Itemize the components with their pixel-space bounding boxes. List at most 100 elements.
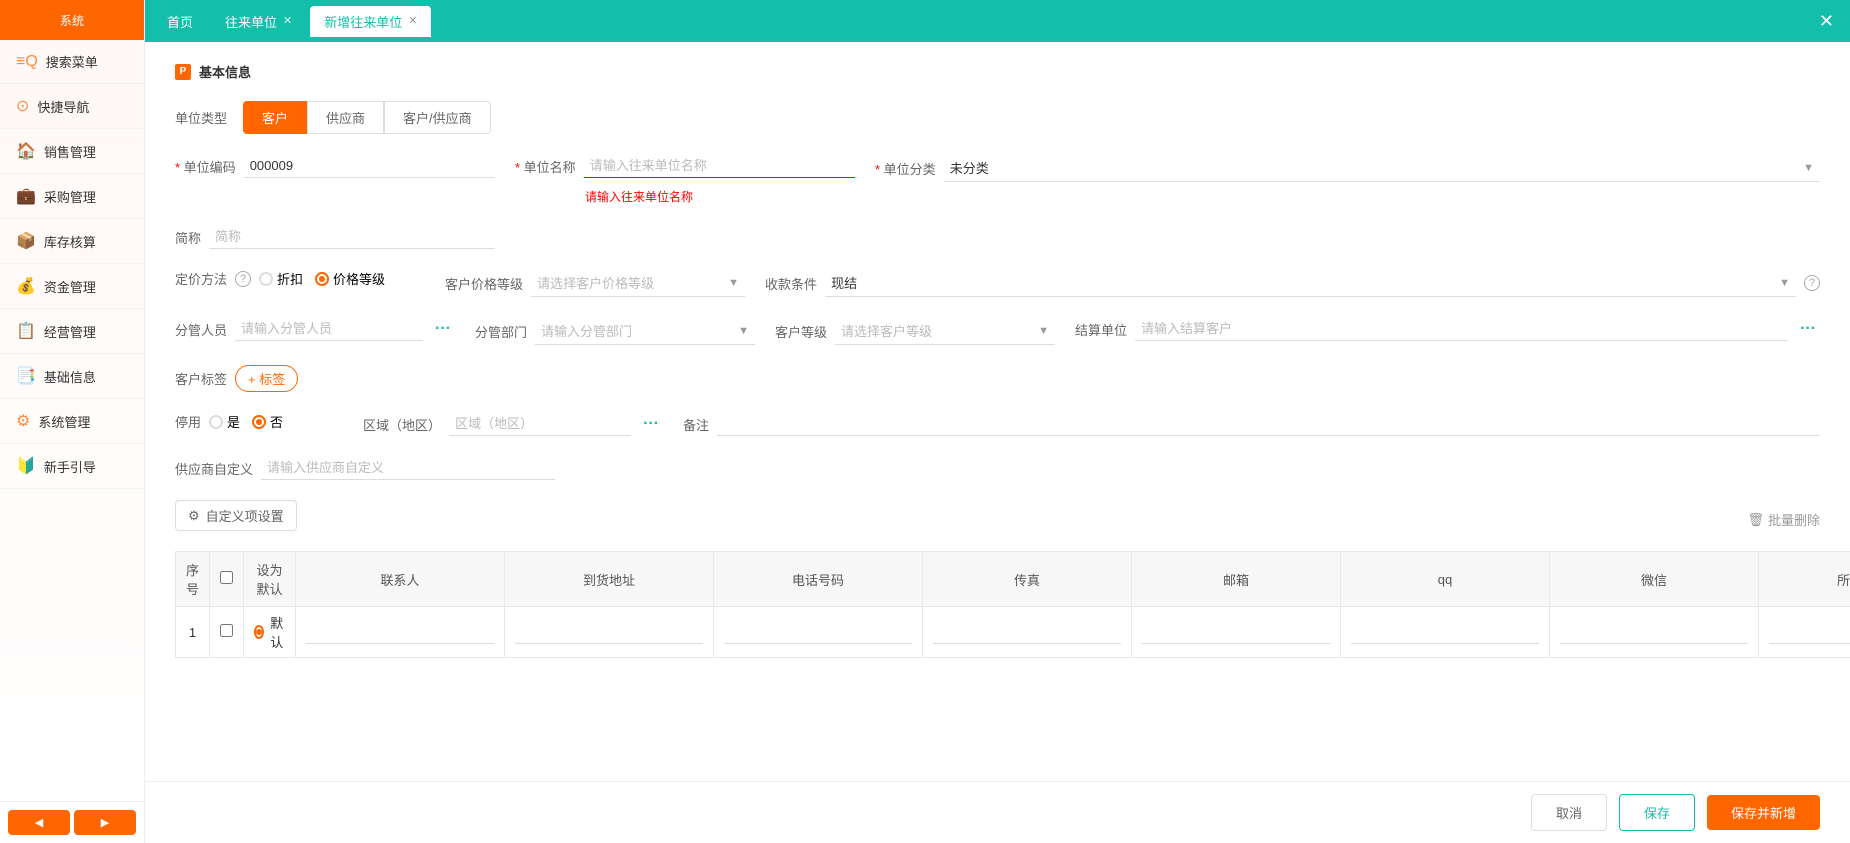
- customer-level-select[interactable]: 请选择客户等级 ▼: [835, 317, 1055, 345]
- qq-input[interactable]: [1351, 620, 1539, 644]
- disabled-radios: 是 否: [209, 412, 283, 431]
- form-row-disabled: 停用 是 否 区域（地区） ··· 备注: [175, 412, 1820, 436]
- payment-terms-label: 收款条件: [765, 274, 817, 293]
- address-input[interactable]: [515, 620, 703, 644]
- row-region-input[interactable]: [1769, 620, 1850, 644]
- save-button[interactable]: 保存: [1619, 794, 1695, 831]
- content-area: P 基本信息 单位类型 客户 供应商 客户/供应商 单位编码 单位名称: [145, 42, 1850, 781]
- sidebar-item-operation[interactable]: 📋 经营管理: [0, 309, 144, 354]
- unit-category-select[interactable]: 未分类 ▼: [944, 154, 1820, 182]
- form-row-abbr: 简称: [175, 225, 1820, 249]
- remarks-group: 备注: [683, 412, 1820, 436]
- disabled-radio-yes[interactable]: 是: [209, 412, 240, 431]
- cell-fax: [923, 607, 1132, 658]
- default-radio[interactable]: [254, 625, 264, 639]
- sidebar-item-label: 库存核算: [44, 232, 96, 251]
- sidebar-item-finance[interactable]: 💰 资金管理: [0, 264, 144, 309]
- type-btn-supplier[interactable]: 供应商: [307, 101, 384, 134]
- department-placeholder: 请输入分管部门: [541, 321, 734, 340]
- sidebar-item-label: 搜索菜单: [46, 52, 98, 71]
- payment-terms-value: 现结: [831, 273, 1775, 292]
- gear-icon: ⚙: [188, 508, 200, 524]
- settlement-input[interactable]: [1135, 317, 1788, 341]
- pricing-radio-level[interactable]: 价格等级: [315, 269, 385, 288]
- form-row-supplier-custom: 供应商自定义: [175, 456, 1820, 480]
- sidebar-item-shortcut[interactable]: ⊙ 快捷导航: [0, 84, 144, 129]
- remarks-input[interactable]: [717, 412, 1820, 436]
- settlement-group: 结算单位 ···: [1075, 317, 1820, 341]
- wechat-input[interactable]: [1560, 620, 1748, 644]
- unit-code-label: 单位编码: [175, 157, 236, 176]
- phone-input[interactable]: [724, 620, 912, 644]
- tab-new-unit[interactable]: 新增往来单位 ✕: [310, 6, 431, 37]
- add-tag-label: + 标签: [248, 369, 285, 388]
- sidebar-item-inventory[interactable]: 📦 库存核算: [0, 219, 144, 264]
- customer-price-select[interactable]: 请选择客户价格等级 ▼: [531, 269, 745, 297]
- add-tag-button[interactable]: + 标签: [235, 365, 298, 392]
- email-input[interactable]: [1142, 620, 1330, 644]
- cell-no: 1: [176, 607, 210, 658]
- unit-name-input[interactable]: [584, 154, 855, 178]
- cell-address: [505, 607, 714, 658]
- sidebar-item-system[interactable]: ⚙ 系统管理: [0, 399, 144, 444]
- sidebar-item-sales[interactable]: 🏠 销售管理: [0, 129, 144, 174]
- section-basic-info: P 基本信息: [175, 62, 1820, 81]
- sidebar-item-purchase[interactable]: 💼 采购管理: [0, 174, 144, 219]
- department-chevron: ▼: [738, 325, 749, 337]
- batch-delete-button[interactable]: 🗑 批量删除: [1747, 510, 1820, 529]
- th-fax: 传真: [923, 552, 1132, 607]
- pricing-radio-discount[interactable]: 折扣: [259, 269, 303, 288]
- sidebar-item-basic[interactable]: 📑 基础信息: [0, 354, 144, 399]
- tab-bar-close-all[interactable]: ✕: [1811, 7, 1842, 36]
- form-row-unit-type: 单位类型 客户 供应商 客户/供应商: [175, 101, 1820, 134]
- guide-icon: 🔰: [16, 456, 36, 476]
- type-btn-both[interactable]: 客户/供应商: [384, 101, 491, 134]
- tab-new-unit-close[interactable]: ✕: [408, 16, 417, 27]
- row-checkbox[interactable]: [220, 624, 233, 637]
- department-select[interactable]: 请输入分管部门 ▼: [535, 317, 755, 345]
- type-btn-customer[interactable]: 客户: [243, 101, 307, 134]
- sidebar-bottom-btn1[interactable]: ◀: [8, 810, 70, 835]
- customer-level-chevron: ▼: [1038, 325, 1049, 337]
- contact-input[interactable]: [306, 620, 494, 644]
- payment-help-icon[interactable]: ?: [1804, 275, 1820, 291]
- disabled-group: 停用 是 否: [175, 412, 283, 431]
- settlement-more-btn[interactable]: ···: [1796, 320, 1820, 338]
- tab-units[interactable]: 往来单位 ✕: [211, 6, 306, 37]
- sidebar-item-guide[interactable]: 🔰 新手引导: [0, 444, 144, 489]
- cell-check: [210, 607, 244, 658]
- tab-units-label: 往来单位: [225, 12, 277, 31]
- finance-icon: 💰: [16, 276, 36, 296]
- sidebar-bottom-btn2[interactable]: ▶: [74, 810, 136, 835]
- tab-home[interactable]: 首页: [153, 6, 207, 37]
- manager-label: 分管人员: [175, 320, 227, 339]
- manager-input[interactable]: [235, 317, 423, 341]
- sidebar-item-search[interactable]: ≡Q 搜索菜单: [0, 40, 144, 84]
- unit-name-group: 单位名称 请输入往来单位名称: [515, 154, 855, 205]
- unit-type-buttons: 客户 供应商 客户/供应商: [243, 101, 491, 134]
- tab-units-close[interactable]: ✕: [283, 16, 292, 27]
- custom-settings-button[interactable]: ⚙ 自定义项设置: [175, 500, 297, 531]
- cancel-button[interactable]: 取消: [1531, 794, 1607, 831]
- fax-input[interactable]: [933, 620, 1121, 644]
- region-input[interactable]: [449, 412, 631, 436]
- save-and-new-button[interactable]: 保存并新增: [1707, 795, 1820, 830]
- supplier-custom-input[interactable]: [261, 456, 555, 480]
- select-all-checkbox[interactable]: [220, 571, 233, 584]
- disabled-label: 停用: [175, 412, 201, 431]
- unit-code-input[interactable]: [244, 154, 495, 178]
- customer-price-group: 客户价格等级 请选择客户价格等级 ▼: [445, 269, 745, 297]
- manager-more-btn[interactable]: ···: [431, 320, 455, 338]
- unit-name-label: 单位名称: [515, 157, 576, 176]
- cell-contact: [296, 607, 505, 658]
- region-more-btn[interactable]: ···: [639, 415, 663, 433]
- disabled-radio-no[interactable]: 否: [252, 412, 283, 431]
- search-icon: ≡Q: [16, 53, 38, 71]
- yes-radio-circle: [209, 415, 223, 429]
- unit-category-group: 单位分类 未分类 ▼: [875, 154, 1820, 182]
- discount-radio-circle: [259, 272, 273, 286]
- payment-terms-select[interactable]: 现结 ▼: [825, 269, 1796, 297]
- department-group: 分管部门 请输入分管部门 ▼: [475, 317, 755, 345]
- abbr-input[interactable]: [209, 225, 495, 249]
- pricing-help-icon[interactable]: ?: [235, 271, 251, 287]
